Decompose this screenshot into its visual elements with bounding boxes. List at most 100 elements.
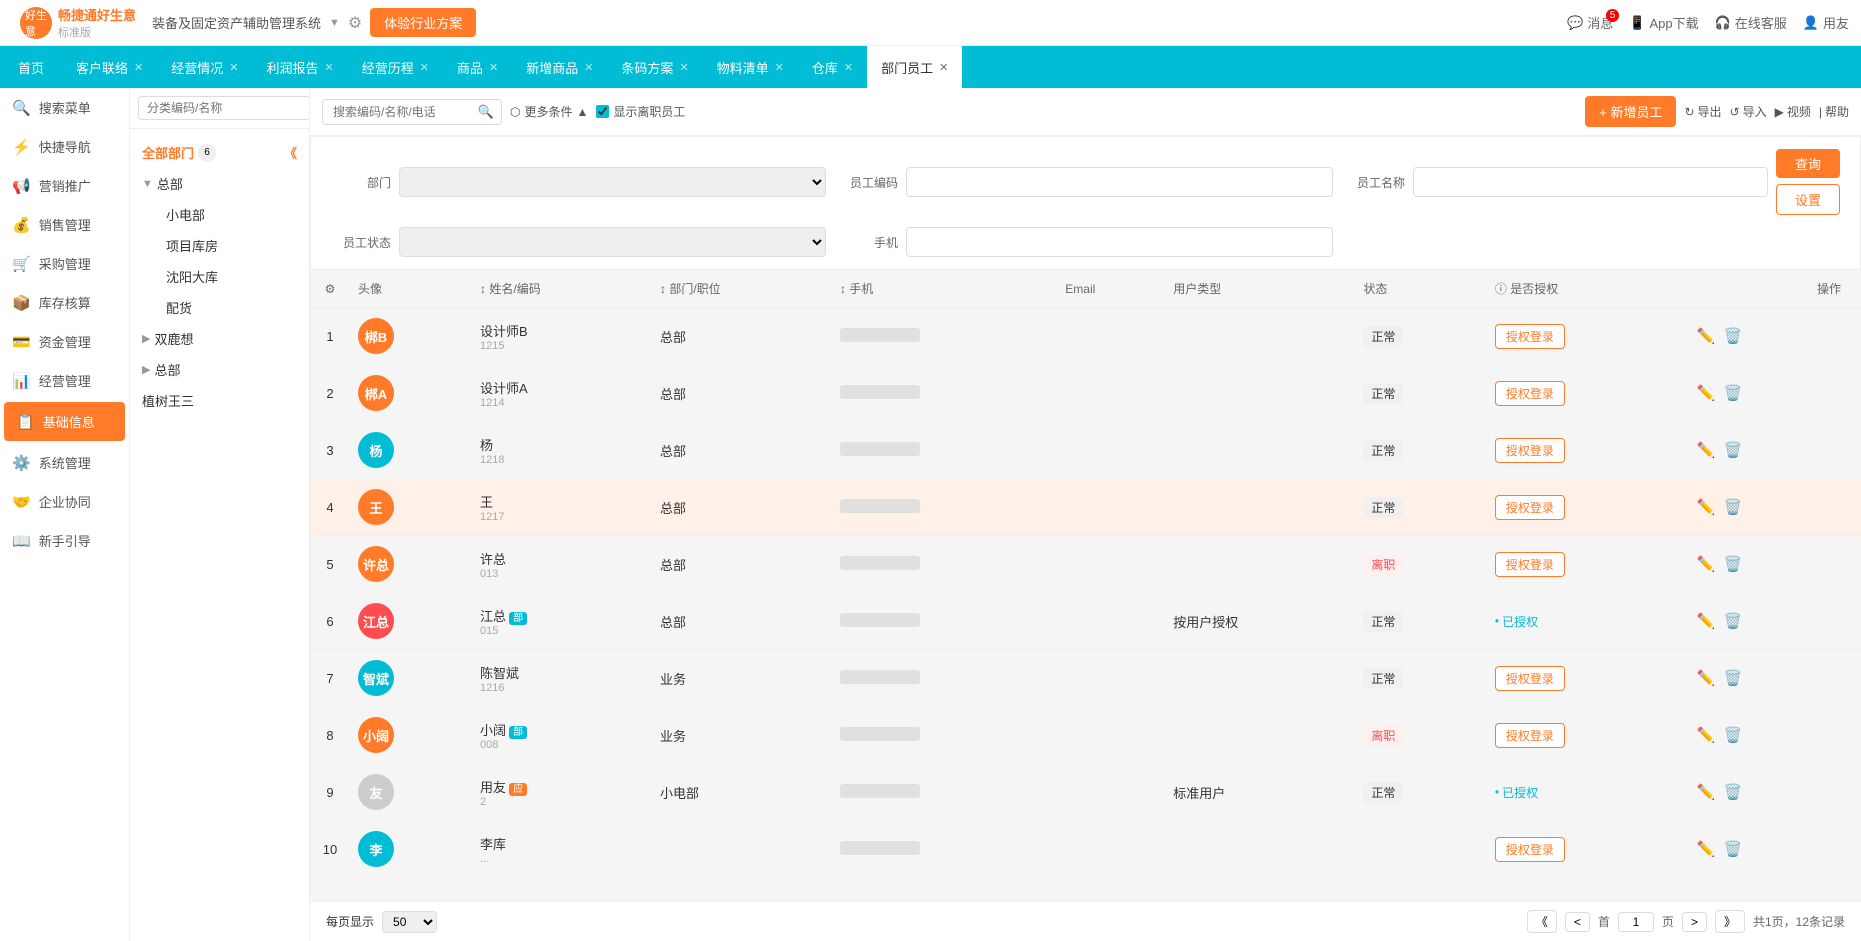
prev-page-btn[interactable]: < — [1565, 912, 1590, 932]
edit-icon[interactable]: ✏️ — [1697, 384, 1716, 402]
close-icon[interactable]: ✕ — [420, 61, 429, 74]
dept-item-xiaodian[interactable]: 小电部 — [154, 199, 309, 230]
delete-icon[interactable]: 🗑️ — [1723, 384, 1742, 402]
dept-search-input[interactable] — [138, 96, 310, 120]
auth-btn[interactable]: 授权登录 — [1495, 552, 1565, 577]
tab-home[interactable]: 首页 — [0, 46, 62, 88]
first-page-btn[interactable]: 《 — [1527, 910, 1557, 933]
edit-icon[interactable]: ✏️ — [1697, 612, 1716, 630]
auth-btn[interactable]: 授权登录 — [1495, 723, 1565, 748]
col-dept[interactable]: ↕ 部门/职位 — [652, 270, 832, 308]
filter-more-btn[interactable]: ⬡ 更多条件 ▲ — [510, 103, 588, 120]
dept-item-shuanglu[interactable]: ▶ 双鹿想 — [130, 323, 309, 354]
close-icon[interactable]: ✕ — [679, 61, 688, 74]
tab-new-goods[interactable]: 新增商品 ✕ — [512, 46, 607, 88]
sidebar-item-marketing[interactable]: 📢 营销推广 — [0, 166, 129, 205]
next-page-btn[interactable]: > — [1682, 912, 1707, 932]
show-resigned-label[interactable]: 显示离职员工 — [596, 103, 685, 120]
delete-icon[interactable]: 🗑️ — [1723, 555, 1742, 573]
delete-icon[interactable]: 🗑️ — [1723, 327, 1742, 345]
sidebar-item-search[interactable]: 🔍 搜索菜单 — [0, 88, 129, 127]
sidebar-item-business[interactable]: 📊 经营管理 — [0, 361, 129, 400]
filter-status-select[interactable] — [399, 227, 826, 257]
sidebar-item-quick[interactable]: ⚡ 快捷导航 — [0, 127, 129, 166]
auth-btn[interactable]: 授权登录 — [1495, 837, 1565, 862]
collapse-icon[interactable]: 《 — [284, 143, 297, 162]
sidebar-item-inventory[interactable]: 📦 库存核算 — [0, 283, 129, 322]
dept-group-head[interactable]: ▼ 总部 — [130, 168, 309, 199]
sidebar-item-sales[interactable]: 💰 销售管理 — [0, 205, 129, 244]
expand-icon-3[interactable]: ▶ — [142, 363, 150, 376]
tab-bom[interactable]: 物料清单 ✕ — [703, 46, 798, 88]
edit-icon[interactable]: ✏️ — [1697, 555, 1716, 573]
delete-icon[interactable]: 🗑️ — [1723, 669, 1742, 687]
view-btn[interactable]: ▶ 视频 — [1775, 103, 1811, 120]
all-dept-item[interactable]: 全部部门 6 《 — [130, 137, 309, 168]
edit-icon[interactable]: ✏️ — [1697, 327, 1716, 345]
sidebar-item-guide[interactable]: 📖 新手引导 — [0, 521, 129, 560]
expand-icon[interactable]: ▼ — [142, 178, 153, 190]
auth-btn[interactable]: 授权登录 — [1495, 666, 1565, 691]
close-icon[interactable]: ✕ — [775, 61, 784, 74]
dept-item-shenyang[interactable]: 沈阳大库 — [154, 261, 309, 292]
gear-icon[interactable]: ⚙ — [348, 13, 362, 33]
dept-count-btn[interactable]: 6 — [198, 144, 216, 162]
export-btn[interactable]: ↻ 导出 — [1684, 103, 1721, 120]
sidebar-item-basic[interactable]: 📋 基础信息 — [4, 402, 125, 441]
user-menu[interactable]: 👤 用友 — [1803, 13, 1849, 32]
edit-icon[interactable]: ✏️ — [1697, 498, 1716, 516]
sidebar-item-purchase[interactable]: 🛒 采购管理 — [0, 244, 129, 283]
delete-icon[interactable]: 🗑️ — [1723, 498, 1742, 516]
try-btn[interactable]: 体验行业方案 — [370, 8, 476, 37]
last-page-btn[interactable]: 》 — [1715, 910, 1745, 933]
edit-icon[interactable]: ✏️ — [1697, 783, 1716, 801]
col-phone[interactable]: ↕ 手机 — [832, 270, 1057, 308]
search-input[interactable] — [322, 99, 502, 125]
edit-icon[interactable]: ✏️ — [1697, 441, 1716, 459]
import-btn[interactable]: ↺ 导入 — [1730, 103, 1767, 120]
msg-btn[interactable]: 💬 消息 5 — [1567, 13, 1613, 32]
sidebar-item-system[interactable]: ⚙️ 系统管理 — [0, 443, 129, 482]
col-name[interactable]: ↕ 姓名/编码 — [472, 270, 652, 308]
dept-item-zhishu[interactable]: 植树王三 — [130, 385, 309, 416]
edit-icon[interactable]: ✏️ — [1697, 669, 1716, 687]
dept-item-project[interactable]: 项目库房 — [154, 230, 309, 261]
delete-icon[interactable]: 🗑️ — [1723, 783, 1742, 801]
tab-operation[interactable]: 经营情况 ✕ — [157, 46, 252, 88]
dropdown-arrow[interactable]: ▼ — [329, 17, 340, 29]
tab-goods[interactable]: 商品 ✕ — [443, 46, 512, 88]
delete-icon[interactable]: 🗑️ — [1723, 441, 1742, 459]
close-icon[interactable]: ✕ — [229, 61, 238, 74]
close-icon[interactable]: ✕ — [325, 61, 334, 74]
online-service-btn[interactable]: 🎧 在线客服 — [1715, 13, 1787, 32]
page-size-select[interactable]: 50 100 200 — [382, 911, 437, 933]
auth-btn[interactable]: 授权登录 — [1495, 495, 1565, 520]
tab-warehouse[interactable]: 仓库 ✕ — [798, 46, 867, 88]
filter-code-input[interactable] — [906, 167, 1333, 197]
tab-dept-staff[interactable]: 部门员工 ✕ — [867, 46, 962, 88]
col-settings[interactable]: ⚙ — [310, 270, 350, 308]
close-icon[interactable]: ✕ — [134, 61, 143, 74]
tab-history[interactable]: 经营历程 ✕ — [348, 46, 443, 88]
expand-icon-2[interactable]: ▶ — [142, 332, 150, 345]
close-icon[interactable]: ✕ — [844, 61, 853, 74]
auth-btn[interactable]: 授权登录 — [1495, 324, 1565, 349]
close-icon[interactable]: ✕ — [584, 61, 593, 74]
sidebar-item-collab[interactable]: 🤝 企业协同 — [0, 482, 129, 521]
delete-icon[interactable]: 🗑️ — [1723, 726, 1742, 744]
filter-phone-input[interactable] — [906, 227, 1333, 257]
filter-name-input[interactable] — [1413, 167, 1768, 197]
delete-icon[interactable]: 🗑️ — [1723, 840, 1742, 858]
page-input[interactable] — [1618, 912, 1654, 932]
add-employee-btn[interactable]: + 新增员工 — [1585, 96, 1676, 127]
app-download-btn[interactable]: 📱 App下载 — [1629, 13, 1698, 32]
tab-customer[interactable]: 客户联络 ✕ — [62, 46, 157, 88]
edit-icon[interactable]: ✏️ — [1697, 840, 1716, 858]
edit-icon[interactable]: ✏️ — [1697, 726, 1716, 744]
auth-btn[interactable]: 授权登录 — [1495, 438, 1565, 463]
tab-profit[interactable]: 利润报告 ✕ — [252, 46, 347, 88]
show-resigned-checkbox[interactable] — [596, 105, 609, 118]
reset-btn[interactable]: 设置 — [1776, 184, 1840, 215]
dept-item-distribution[interactable]: 配货 — [154, 292, 309, 323]
sidebar-item-finance[interactable]: 💳 资金管理 — [0, 322, 129, 361]
